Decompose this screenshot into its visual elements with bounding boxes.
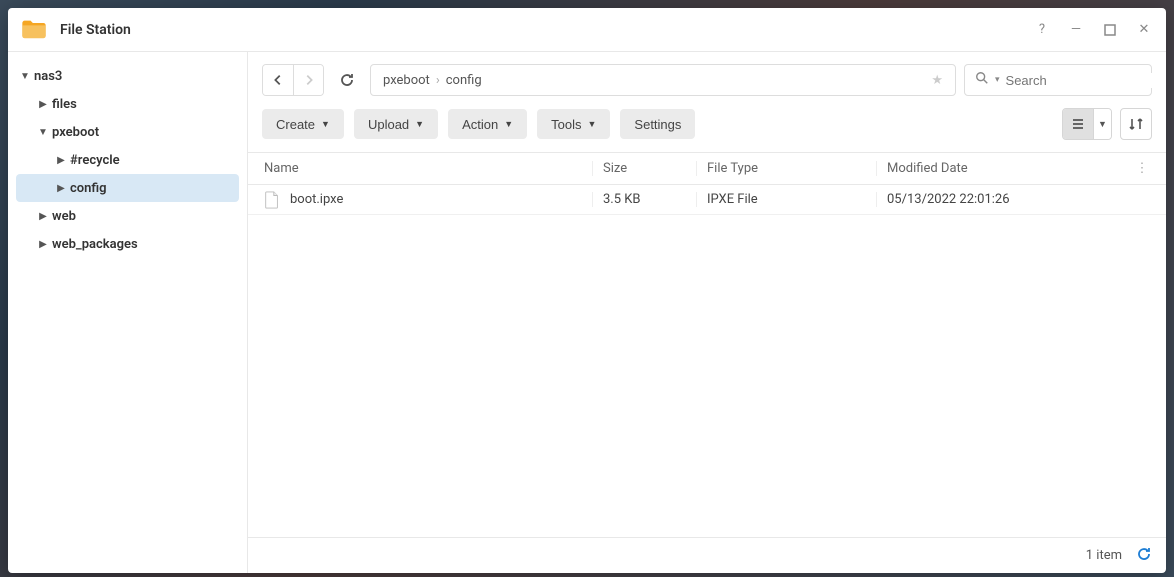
search-input[interactable] xyxy=(1006,73,1166,88)
breadcrumb[interactable]: pxeboot › config ★ xyxy=(370,64,956,96)
chevron-down-icon: ▼ xyxy=(504,119,513,129)
nav-back-button[interactable] xyxy=(263,65,293,95)
sidebar-root-nas3[interactable]: ▼ nas3 xyxy=(8,62,247,90)
sidebar-item-webpackages[interactable]: ▶ web_packages xyxy=(8,230,247,258)
sidebar-item-config[interactable]: ▶ config xyxy=(16,174,239,202)
nav-refresh-button[interactable] xyxy=(332,65,362,95)
chevron-down-icon: ▼ xyxy=(321,119,330,129)
sort-button[interactable] xyxy=(1120,108,1152,140)
maximize-button[interactable] xyxy=(1100,20,1120,40)
chevron-down-icon: ▼ xyxy=(415,119,424,129)
col-header-name[interactable]: Name xyxy=(262,161,592,176)
titlebar-controls: ? — ✕ xyxy=(1032,20,1154,40)
list-view-button[interactable] xyxy=(1063,109,1093,139)
favorite-star-icon[interactable]: ★ xyxy=(931,73,943,88)
file-row[interactable]: boot.ipxe 3.5 KB IPXE File 05/13/2022 22… xyxy=(248,185,1166,215)
sidebar-item-recycle[interactable]: ▶ #recycle xyxy=(8,146,247,174)
caret-right-icon: ▶ xyxy=(34,99,52,110)
minimize-button[interactable]: — xyxy=(1066,20,1086,40)
action-button[interactable]: Action ▼ xyxy=(448,109,527,139)
file-size: 3.5 KB xyxy=(592,192,696,207)
tree-root: ▼ nas3 ▶ files ▼ pxeboot ▶ #recycle ▶ xyxy=(8,62,247,258)
caret-down-icon: ▼ xyxy=(34,127,52,138)
app-folder-icon xyxy=(20,16,48,44)
file-name: boot.ipxe xyxy=(290,192,343,207)
chevron-down-icon[interactable]: ▾ xyxy=(995,75,1000,85)
nav-forward-button[interactable] xyxy=(293,65,323,95)
search-icon xyxy=(975,71,989,89)
file-station-window: File Station ? — ✕ ▼ nas3 ▶ files xyxy=(8,8,1166,573)
col-header-menu-icon[interactable]: ⋮ xyxy=(1132,161,1152,176)
caret-right-icon: ▶ xyxy=(52,183,70,194)
close-button[interactable]: ✕ xyxy=(1134,20,1154,40)
chevron-down-icon: ▼ xyxy=(1098,119,1107,130)
caret-right-icon: ▶ xyxy=(52,155,70,166)
settings-button[interactable]: Settings xyxy=(620,109,695,139)
caret-right-icon: ▶ xyxy=(34,239,52,250)
toolbar: Create ▼ Upload ▼ Action ▼ Tools ▼ Setti… xyxy=(248,104,1166,153)
sidebar-item-pxeboot[interactable]: ▼ pxeboot xyxy=(8,118,247,146)
breadcrumb-separator-icon: › xyxy=(436,73,440,88)
chevron-down-icon: ▼ xyxy=(588,119,597,129)
col-header-modified[interactable]: Modified Date xyxy=(876,161,1132,176)
col-header-type[interactable]: File Type xyxy=(696,161,876,176)
nav-back-forward-group xyxy=(262,64,324,96)
window-body: ▼ nas3 ▶ files ▼ pxeboot ▶ #recycle ▶ xyxy=(8,52,1166,573)
caret-right-icon: ▶ xyxy=(34,211,52,222)
titlebar: File Station ? — ✕ xyxy=(8,8,1166,52)
statusbar: 1 item xyxy=(248,537,1166,573)
caret-down-icon: ▼ xyxy=(16,71,34,82)
table-header: Name Size File Type Modified Date ⋮ xyxy=(248,153,1166,185)
sidebar-item-files[interactable]: ▶ files xyxy=(8,90,247,118)
file-list: boot.ipxe 3.5 KB IPXE File 05/13/2022 22… xyxy=(248,185,1166,537)
app-title: File Station xyxy=(60,22,1032,38)
help-button[interactable]: ? xyxy=(1032,20,1052,40)
view-mode-group: ▼ xyxy=(1062,108,1112,140)
file-icon xyxy=(264,191,282,209)
tools-button[interactable]: Tools ▼ xyxy=(537,109,610,139)
search-bar: ▾ xyxy=(964,64,1152,96)
col-header-size[interactable]: Size xyxy=(592,161,696,176)
sidebar: ▼ nas3 ▶ files ▼ pxeboot ▶ #recycle ▶ xyxy=(8,52,248,573)
upload-button[interactable]: Upload ▼ xyxy=(354,109,438,139)
view-mode-dropdown[interactable]: ▼ xyxy=(1093,109,1111,139)
sidebar-item-web[interactable]: ▶ web xyxy=(8,202,247,230)
toolbar-right: ▼ xyxy=(1062,108,1152,140)
file-modified: 05/13/2022 22:01:26 xyxy=(876,192,1132,207)
breadcrumb-segment[interactable]: pxeboot xyxy=(383,73,430,88)
nav-row: pxeboot › config ★ ▾ xyxy=(248,52,1166,104)
create-button[interactable]: Create ▼ xyxy=(262,109,344,139)
breadcrumb-segment[interactable]: config xyxy=(446,73,482,88)
item-count: 1 item xyxy=(1086,548,1122,563)
statusbar-refresh-button[interactable] xyxy=(1136,546,1152,566)
file-type: IPXE File xyxy=(696,192,876,207)
main-panel: pxeboot › config ★ ▾ Create ▼ xyxy=(248,52,1166,573)
